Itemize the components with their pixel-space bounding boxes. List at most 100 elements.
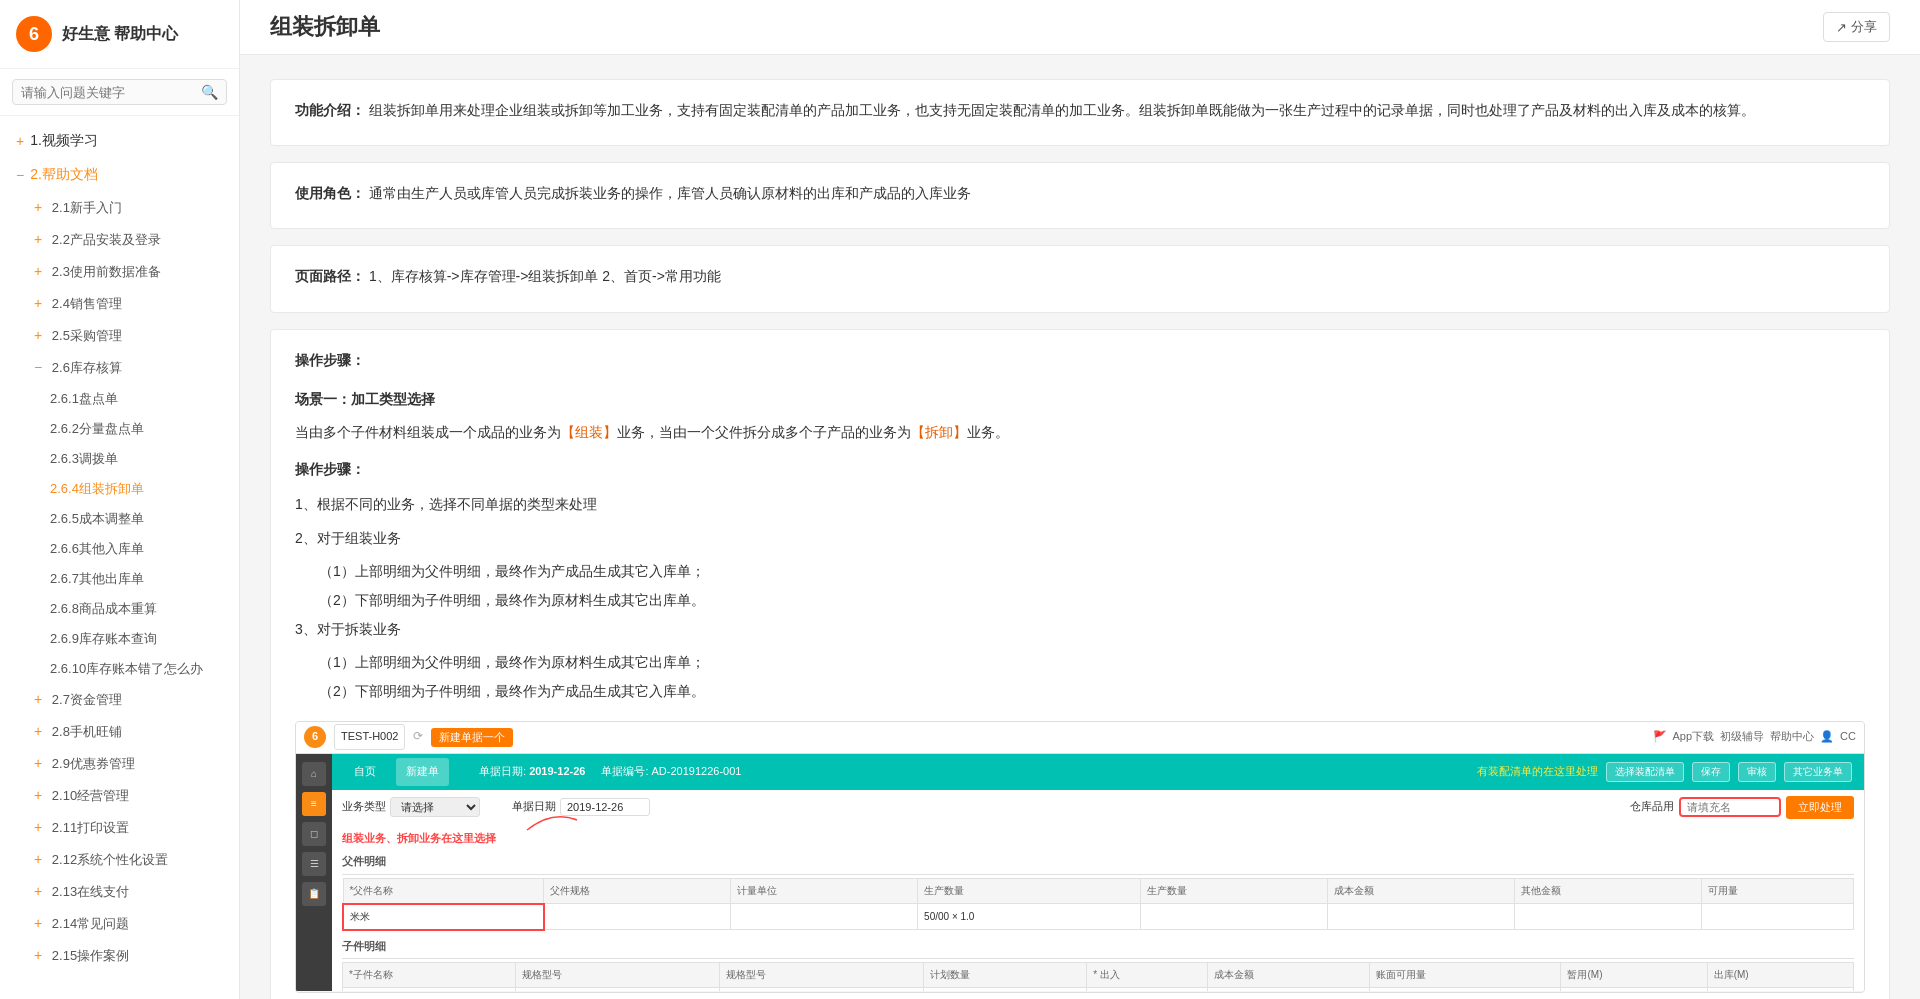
sidebar-item-new-user[interactable]: + 2.1新手入门: [0, 192, 239, 224]
td-unit-1: [731, 904, 918, 930]
sidebar-item-sales[interactable]: + 2.4销售管理: [0, 288, 239, 320]
plus-icon: +: [34, 947, 42, 963]
select-bom-btn[interactable]: 选择装配清单: [1606, 762, 1684, 782]
sync-icon: ⟳: [413, 726, 423, 748]
app-sidebar-icon-active[interactable]: ≡: [302, 792, 326, 816]
scenario1-desc: 当由多个子件材料组装成一个成品的业务为【组装】业务，当由一个父件拆分成多个子产品…: [295, 420, 1865, 445]
sidebar-item-mobile[interactable]: + 2.8手机旺铺: [0, 716, 239, 748]
sidebar-item-system[interactable]: + 2.12系统个性化设置: [0, 844, 239, 876]
td-parent-name-1: 米米: [343, 904, 544, 930]
confirm-btn[interactable]: 立即处理: [1786, 796, 1854, 819]
role-label: 使用角色：: [295, 185, 365, 201]
intro-card: 功能介绍： 组装拆卸单用来处理企业组装或拆卸等加工业务，支持有固定装配清单的产品…: [270, 79, 1890, 146]
sidebar-item-stock-fix[interactable]: 2.6.10库存账本错了怎么办: [0, 654, 239, 684]
lower-table: *子件名称 规格型号 规格型号 计划数量 * 出入 成本金额 账面可用量 暂用(…: [342, 962, 1854, 990]
path-card: 页面路径： 1、库存核算->库存管理->组装拆卸单 2、首页->常用功能: [270, 245, 1890, 312]
app-logo-sm: 6: [304, 726, 326, 748]
app-sidebar-icon-2[interactable]: ◻: [302, 822, 326, 846]
step-3-1: （1）上部明细为父件明细，最终作为原材料生成其它出库单；: [319, 650, 1865, 675]
guide-link[interactable]: 初级辅导: [1720, 727, 1764, 747]
td-temp-1: [1561, 988, 1707, 991]
plus-icon: +: [34, 231, 42, 247]
lower-table-row-1: 票据 1 测试规格 a1 测试规格 a1 (50×1×4) 30.00 0.00…: [343, 988, 1854, 991]
warehouse-input[interactable]: [1680, 798, 1780, 816]
app-form-header: 自页 新建单 单据日期: 2019-12-26 单据编号: AD-2019122…: [332, 754, 1864, 790]
th-plan-qty: 计划数量: [923, 963, 1086, 988]
th-unit: 计量单位: [731, 878, 918, 904]
th-out-qty: 出库(M): [1707, 963, 1853, 988]
sidebar-nav: + 1.视频学习 − 2.帮助文档 + 2.1新手入门 + 2.2产品安装及登录: [0, 116, 239, 999]
minus-icon: −: [16, 167, 24, 183]
sidebar-item-management[interactable]: + 2.10经营管理: [0, 780, 239, 812]
sidebar-item-purchase[interactable]: + 2.5采购管理: [0, 320, 239, 352]
form-tab-new[interactable]: 新建单: [396, 758, 449, 786]
type-select[interactable]: 请选择 组装 拆卸: [390, 797, 480, 817]
upper-table-row-1: 米米 50/00 × 1.0: [343, 904, 1854, 930]
app-sidebar-icon-4[interactable]: 📋: [302, 882, 326, 906]
sidebar-item-stock-count[interactable]: 2.6.1盘点单: [0, 384, 239, 414]
app-sidebar-icon-3[interactable]: ☰: [302, 852, 326, 876]
td-avail-1: 0.00: [1369, 988, 1561, 991]
th-book-avail: 账面可用量: [1369, 963, 1561, 988]
form-tab-list[interactable]: 自页: [344, 758, 386, 786]
share-button[interactable]: ↗ 分享: [1823, 12, 1890, 42]
td-out-1: [1707, 988, 1853, 991]
app-main-area: 自页 新建单 单据日期: 2019-12-26 单据编号: AD-2019122…: [332, 754, 1864, 991]
app-download-link[interactable]: App下载: [1673, 727, 1715, 747]
sidebar-item-label: 1.视频学习: [30, 132, 98, 150]
sidebar-item-inventory[interactable]: − 2.6库存核算: [0, 352, 239, 384]
intro-content: 组装拆卸单用来处理企业组装或拆卸等加工业务，支持有固定装配清单的产品加工业务，也…: [369, 102, 1755, 118]
warehouse-label: 仓库品用: [1630, 797, 1674, 817]
sidebar-item-print[interactable]: + 2.11打印设置: [0, 812, 239, 844]
review-btn[interactable]: 审核: [1738, 762, 1776, 782]
sidebar-item-cases[interactable]: + 2.15操作案例: [0, 940, 239, 972]
td-child-name-1: 票据 1: [343, 988, 516, 991]
sidebar-item-payment[interactable]: + 2.13在线支付: [0, 876, 239, 908]
sidebar-item-faq[interactable]: + 2.14常见问题: [0, 908, 239, 940]
save-btn[interactable]: 保存: [1692, 762, 1730, 782]
warehouse-area: 仓库品用 立即处理 启用处理: [1630, 796, 1854, 819]
plus-icon: +: [34, 851, 42, 867]
td-prod-qty2-1: [1141, 904, 1328, 930]
search-box[interactable]: 🔍: [12, 79, 227, 105]
sidebar-item-assembly[interactable]: 2.6.4组装拆卸单: [0, 474, 239, 504]
sidebar-item-transfer[interactable]: 2.6.3调拨单: [0, 444, 239, 474]
sidebar-item-other-out[interactable]: 2.6.7其他出库单: [0, 564, 239, 594]
upper-table-label: 父件明细: [342, 852, 1854, 875]
annotation-left-text: 组装业务、拆卸业务在这里选择: [342, 832, 496, 844]
td-other-1: [1515, 904, 1702, 930]
page-header: 组装拆卸单 ↗ 分享: [240, 0, 1920, 55]
path-content: 1、库存核算->库存管理->组装拆卸单 2、首页->常用功能: [369, 268, 721, 284]
role-content: 通常由生产人员或库管人员完成拆装业务的操作，库管人员确认原材料的出库和产成品的入…: [369, 185, 971, 201]
sidebar-item-video[interactable]: + 1.视频学习: [0, 124, 239, 158]
sidebar-item-other-in[interactable]: 2.6.6其他入库单: [0, 534, 239, 564]
app-sidebar-icon-home[interactable]: ⌂: [302, 762, 326, 786]
search-icon[interactable]: 🔍: [201, 84, 218, 100]
sidebar-item-cost-adjust[interactable]: 2.6.5成本调整单: [0, 504, 239, 534]
plus-icon: +: [34, 755, 42, 771]
sidebar-item-stock-book[interactable]: 2.6.9库存账本查询: [0, 624, 239, 654]
td-avail-1: [1702, 904, 1854, 930]
ops-title-2: 操作步骤：: [295, 457, 1865, 482]
sidebar-sub-items-help: + 2.1新手入门 + 2.2产品安装及登录 + 2.3使用前数据准备 + 2.…: [0, 192, 239, 972]
app-topbar: 6 TEST-H002 ⟳ 新建单据一个 🚩 App下载 初级辅导 帮助中心 👤…: [296, 722, 1864, 754]
sidebar-item-data-prep[interactable]: + 2.3使用前数据准备: [0, 256, 239, 288]
help-link[interactable]: 帮助中心: [1770, 727, 1814, 747]
sidebar-item-install[interactable]: + 2.2产品安装及登录: [0, 224, 239, 256]
td-inout-1: 30.00: [1087, 988, 1208, 991]
other-btn[interactable]: 其它业务单: [1784, 762, 1852, 782]
sidebar-item-finance[interactable]: + 2.7资金管理: [0, 684, 239, 716]
search-input[interactable]: [21, 85, 201, 100]
sidebar-item-coupon[interactable]: + 2.9优惠券管理: [0, 748, 239, 780]
plus-icon: +: [34, 787, 42, 803]
th-other-amount: 其他金额: [1515, 878, 1702, 904]
sidebar-item-partial-stock[interactable]: 2.6.2分量盘点单: [0, 414, 239, 444]
td-spec1-1: 测试规格 a1: [516, 988, 720, 991]
th-cost-amt: 成本金额: [1208, 963, 1369, 988]
share-icon: ↗: [1836, 20, 1847, 35]
plus-icon: +: [34, 819, 42, 835]
new-doc-button[interactable]: 新建单据一个: [431, 728, 513, 747]
sidebar-item-cost-recalc[interactable]: 2.6.8商品成本重算: [0, 594, 239, 624]
scenario1-title: 场景一：加工类型选择: [295, 387, 1865, 412]
sidebar-item-help-docs[interactable]: − 2.帮助文档: [0, 158, 239, 192]
